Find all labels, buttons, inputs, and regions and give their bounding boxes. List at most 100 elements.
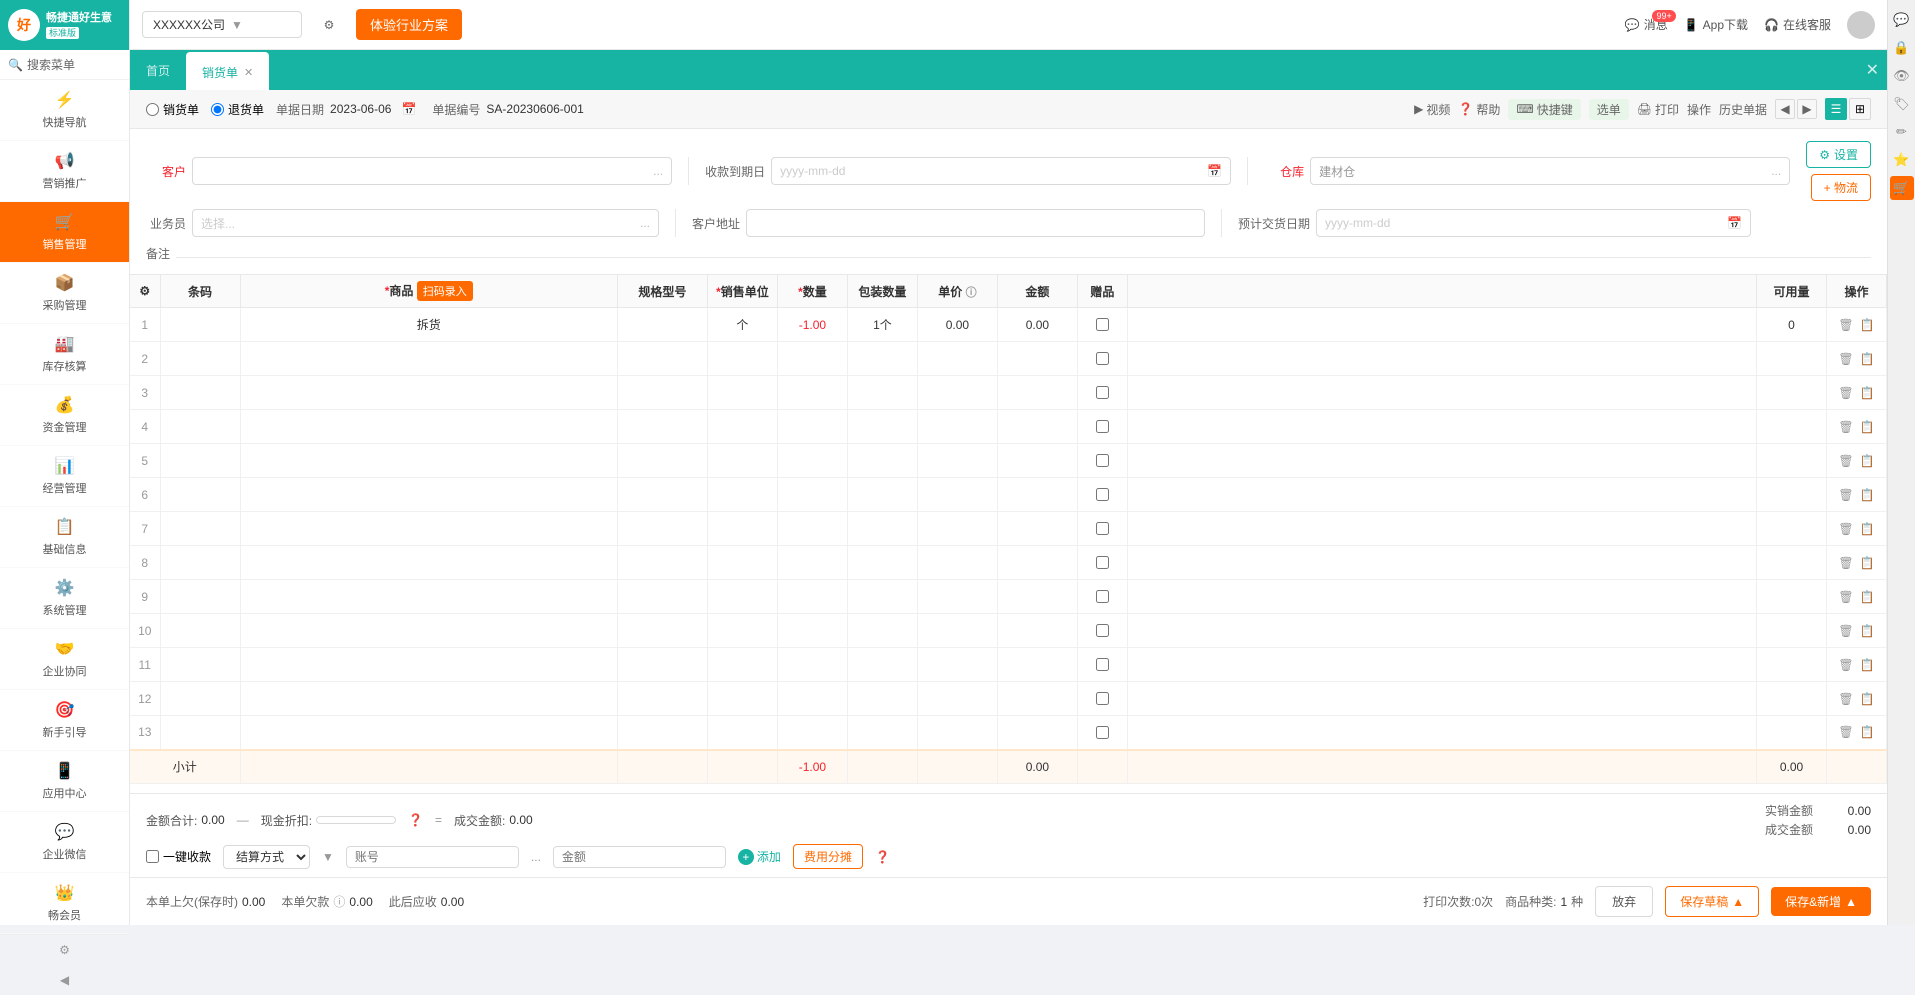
row-goods[interactable]	[240, 410, 617, 444]
row-goods[interactable]	[240, 580, 617, 614]
row-gift[interactable]	[1077, 546, 1127, 580]
delete-row-btn[interactable]: 🗑	[1838, 624, 1853, 638]
sidebar-item-wechat[interactable]: 💬 企业微信	[0, 812, 129, 873]
row-gift[interactable]	[1077, 444, 1127, 478]
row-pkg-qty[interactable]: 1个	[847, 308, 917, 342]
row-unit[interactable]	[707, 614, 777, 648]
row-spec[interactable]	[617, 682, 707, 716]
gift-checkbox[interactable]	[1096, 658, 1109, 671]
customer-addr-input[interactable]	[746, 209, 1205, 237]
col-header-gift[interactable]: 赠品	[1077, 275, 1127, 308]
row-amount[interactable]	[997, 580, 1077, 614]
row-gift[interactable]	[1077, 580, 1127, 614]
delete-row-btn[interactable]: 🗑	[1838, 725, 1853, 739]
gift-checkbox[interactable]	[1096, 590, 1109, 603]
copy-row-btn[interactable]: 📋	[1860, 522, 1875, 536]
row-amount[interactable]	[997, 376, 1077, 410]
right-panel-tag[interactable]: 🏷	[1890, 92, 1914, 116]
gift-checkbox[interactable]	[1096, 522, 1109, 535]
row-pkg-qty[interactable]	[847, 716, 917, 750]
calendar-icon[interactable]: 📅	[401, 102, 416, 116]
delete-row-btn[interactable]: 🗑	[1838, 658, 1853, 672]
delete-row-btn[interactable]: 🗑	[1838, 488, 1853, 502]
right-panel-star[interactable]: ⭐	[1890, 148, 1914, 172]
row-gift[interactable]	[1077, 308, 1127, 342]
user-avatar[interactable]	[1847, 11, 1875, 39]
row-price[interactable]	[917, 342, 997, 376]
remark-input[interactable]	[176, 249, 1871, 258]
copy-row-btn[interactable]: 📋	[1860, 488, 1875, 502]
row-pkg-qty[interactable]	[847, 478, 917, 512]
close-window-btn[interactable]: ✕	[1866, 60, 1879, 80]
gift-checkbox[interactable]	[1096, 318, 1109, 331]
gift-checkbox[interactable]	[1096, 352, 1109, 365]
gift-checkbox[interactable]	[1096, 556, 1109, 569]
row-gift[interactable]	[1077, 512, 1127, 546]
copy-row-btn[interactable]: 📋	[1860, 454, 1875, 468]
row-price[interactable]	[917, 478, 997, 512]
row-pkg-qty[interactable]	[847, 580, 917, 614]
radio-return-input[interactable]	[211, 103, 224, 116]
row-barcode[interactable]	[160, 410, 240, 444]
col-header-pkg[interactable]: 包装数量	[847, 275, 917, 308]
row-qty[interactable]	[777, 716, 847, 750]
row-unit[interactable]	[707, 478, 777, 512]
row-price[interactable]	[917, 376, 997, 410]
scan-btn[interactable]: 扫码录入	[417, 281, 473, 301]
sidebar-item-finance[interactable]: 💰 资金管理	[0, 385, 129, 446]
row-price[interactable]: 0.00	[917, 308, 997, 342]
sidebar-item-enterprise[interactable]: 🤝 企业协同	[0, 629, 129, 690]
row-amount[interactable]	[997, 410, 1077, 444]
row-qty[interactable]	[777, 682, 847, 716]
row-price[interactable]	[917, 682, 997, 716]
row-barcode[interactable]	[160, 308, 240, 342]
row-gift[interactable]	[1077, 614, 1127, 648]
row-qty[interactable]	[777, 580, 847, 614]
salesman-input[interactable]: 选择... ...	[192, 209, 659, 237]
delete-row-btn[interactable]: 🗑	[1838, 556, 1853, 570]
row-unit[interactable]	[707, 376, 777, 410]
row-price[interactable]	[917, 580, 997, 614]
help-action[interactable]: ❓ 帮助	[1458, 101, 1500, 118]
delete-row-btn[interactable]: 🗑	[1838, 352, 1853, 366]
right-panel-lock[interactable]: 🔒	[1890, 36, 1914, 60]
print-action[interactable]: 🖨 打印	[1637, 101, 1679, 118]
row-goods[interactable]	[240, 614, 617, 648]
row-spec[interactable]	[617, 546, 707, 580]
row-gift[interactable]	[1077, 648, 1127, 682]
row-goods[interactable]	[240, 716, 617, 750]
col-header-barcode[interactable]: 条码	[160, 275, 240, 308]
delete-row-btn[interactable]: 🗑	[1838, 420, 1853, 434]
cash-discount-input[interactable]	[316, 816, 396, 824]
row-spec[interactable]	[617, 614, 707, 648]
radio-return[interactable]: 退货单	[211, 101, 264, 118]
sidebar-item-system[interactable]: ⚙️ 系统管理	[0, 568, 129, 629]
row-spec[interactable]	[617, 648, 707, 682]
tab-close-icon[interactable]: ✕	[244, 66, 253, 79]
col-header-qty[interactable]: *数量	[777, 275, 847, 308]
row-price[interactable]	[917, 648, 997, 682]
row-qty[interactable]	[777, 478, 847, 512]
row-amount[interactable]	[997, 648, 1077, 682]
gift-checkbox[interactable]	[1096, 624, 1109, 637]
copy-row-btn[interactable]: 📋	[1860, 556, 1875, 570]
row-qty[interactable]	[777, 410, 847, 444]
row-goods[interactable]	[240, 444, 617, 478]
row-spec[interactable]	[617, 308, 707, 342]
row-amount[interactable]	[997, 512, 1077, 546]
row-qty[interactable]	[777, 546, 847, 580]
gift-checkbox[interactable]	[1096, 420, 1109, 433]
copy-row-btn[interactable]: 📋	[1860, 658, 1875, 672]
right-panel-edit[interactable]: ✏	[1890, 120, 1914, 144]
sidebar-item-basic[interactable]: 📋 基础信息	[0, 507, 129, 568]
owed-help-icon[interactable]: ⓘ	[333, 893, 345, 910]
delete-row-btn[interactable]: 🗑	[1838, 692, 1853, 706]
copy-row-btn[interactable]: 📋	[1860, 420, 1875, 434]
row-goods[interactable]	[240, 376, 617, 410]
row-barcode[interactable]	[160, 546, 240, 580]
row-gift[interactable]	[1077, 682, 1127, 716]
operation-action[interactable]: 操作	[1687, 101, 1711, 118]
customer-input[interactable]: ...	[192, 157, 672, 185]
sidebar-item-appstore[interactable]: 📱 应用中心	[0, 751, 129, 812]
video-action[interactable]: ▶ 视频	[1414, 101, 1450, 118]
